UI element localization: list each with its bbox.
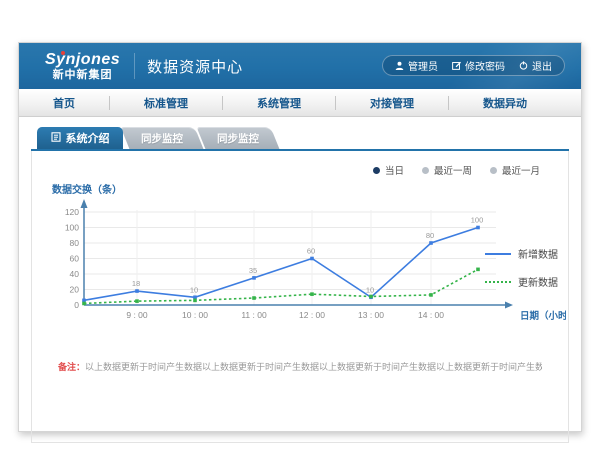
svg-text:11 : 00: 11 : 00	[241, 310, 267, 320]
svg-text:20: 20	[70, 285, 80, 295]
svg-text:100: 100	[65, 223, 79, 233]
legend-label: 新增数据	[518, 246, 558, 261]
chart-container: 0 20 40 60 80 100 120 9 : 00 10 : 00 11 : 00 12 : …	[46, 198, 568, 335]
svg-text:18: 18	[132, 279, 140, 288]
chart-panel: 当日 最近一周 最近一月 数据交换（条） 0 20 40 60 80 100 120 9 : …	[31, 151, 569, 443]
svg-text:日期（小时）: 日期（小时）	[520, 310, 566, 322]
logo-brand-text: Synjones	[45, 52, 120, 68]
logout-button[interactable]: 退出	[519, 58, 552, 73]
filter-label: 最近一周	[434, 163, 472, 177]
filter-last-week[interactable]: 最近一周	[422, 163, 472, 177]
footnote-prefix: 备注：	[58, 362, 85, 372]
nav-item-system-mgmt[interactable]: 系统管理	[223, 95, 335, 111]
svg-text:120: 120	[65, 207, 79, 217]
tab-underline	[31, 149, 569, 151]
footnote: 备注：以上数据更新于时间产生数据以上数据更新于时间产生数据以上数据更新于时间产生…	[58, 361, 542, 374]
radio-icon	[422, 167, 429, 174]
tab-label: 同步监控	[141, 131, 183, 146]
change-password-button[interactable]: 修改密码	[452, 58, 505, 73]
svg-text:12 : 00: 12 : 00	[299, 310, 325, 320]
user-icon	[395, 61, 404, 70]
logout-label: 退出	[532, 58, 552, 73]
svg-text:9 : 00: 9 : 00	[126, 310, 148, 320]
main-nav: 首页 标准管理 系统管理 对接管理 数据异动	[19, 89, 581, 117]
svg-text:60: 60	[70, 254, 80, 264]
filter-label: 最近一月	[502, 163, 540, 177]
tab-label: 系统介绍	[66, 130, 110, 146]
footnote-text: 以上数据更新于时间产生数据以上数据更新于时间产生数据以上数据更新于时间产生数据以…	[85, 362, 542, 372]
radio-icon	[490, 167, 497, 174]
tab-sync-monitor-2[interactable]: 同步监控	[201, 127, 275, 149]
svg-text:10 : 00: 10 : 00	[182, 310, 208, 320]
legend-label: 更新数据	[518, 274, 558, 289]
change-password-label: 修改密码	[465, 58, 505, 73]
nav-item-data-change[interactable]: 数据异动	[449, 95, 561, 111]
tab-label: 同步监控	[217, 131, 259, 146]
legend-dashed-line-icon	[485, 281, 511, 283]
svg-text:35: 35	[249, 266, 257, 275]
page: Synjones 新中新集团 数据资源中心 管理员 修改密码	[0, 0, 600, 450]
header-divider	[134, 53, 135, 79]
logo-red-dot	[61, 51, 65, 55]
time-range-filters: 当日 最近一周 最近一月	[32, 157, 568, 177]
svg-text:80: 80	[70, 238, 80, 248]
app-header: Synjones 新中新集团 数据资源中心 管理员 修改密码	[19, 43, 581, 89]
svg-text:10: 10	[366, 285, 374, 294]
content-area: 系统介绍 同步监控 同步监控 当日	[19, 117, 581, 443]
tab-bar: 系统介绍 同步监控 同步监控	[37, 127, 569, 149]
legend-update-data[interactable]: 更新数据	[485, 274, 558, 289]
nav-item-standard-mgmt[interactable]: 标准管理	[110, 95, 222, 111]
admin-user-label: 管理员	[408, 58, 438, 73]
user-toolbar: 管理员 修改密码 退出	[382, 55, 565, 76]
svg-text:14 : 00: 14 : 00	[418, 310, 444, 320]
svg-text:0: 0	[74, 300, 79, 310]
app-window: Synjones 新中新集团 数据资源中心 管理员 修改密码	[18, 42, 582, 432]
legend-solid-line-icon	[485, 253, 511, 255]
chart-y-axis-title: 数据交换（条）	[52, 181, 568, 196]
admin-user-button[interactable]: 管理员	[395, 58, 438, 73]
filter-last-month[interactable]: 最近一月	[490, 163, 540, 177]
filter-today[interactable]: 当日	[373, 163, 404, 177]
radio-selected-icon	[373, 167, 380, 174]
edit-icon	[452, 61, 461, 70]
svg-text:80: 80	[426, 231, 434, 240]
tab-system-intro[interactable]: 系统介绍	[37, 127, 123, 149]
tab-sync-monitor-1[interactable]: 同步监控	[125, 127, 199, 149]
svg-text:10: 10	[190, 285, 198, 294]
chart-legend: 新增数据 更新数据	[485, 246, 558, 289]
svg-text:13 : 00: 13 : 00	[358, 310, 384, 320]
power-icon	[519, 61, 528, 70]
svg-text:60: 60	[307, 247, 315, 256]
logo-sub-text: 新中新集团	[45, 70, 120, 81]
company-logo: Synjones 新中新集团	[45, 52, 120, 81]
document-icon	[51, 132, 61, 145]
legend-new-data[interactable]: 新增数据	[485, 246, 558, 261]
filter-label: 当日	[385, 163, 404, 177]
svg-text:100: 100	[471, 216, 484, 225]
svg-text:40: 40	[70, 269, 80, 279]
nav-item-home[interactable]: 首页	[19, 95, 109, 111]
page-title: 数据资源中心	[147, 56, 243, 77]
nav-item-connect-mgmt[interactable]: 对接管理	[336, 95, 448, 111]
